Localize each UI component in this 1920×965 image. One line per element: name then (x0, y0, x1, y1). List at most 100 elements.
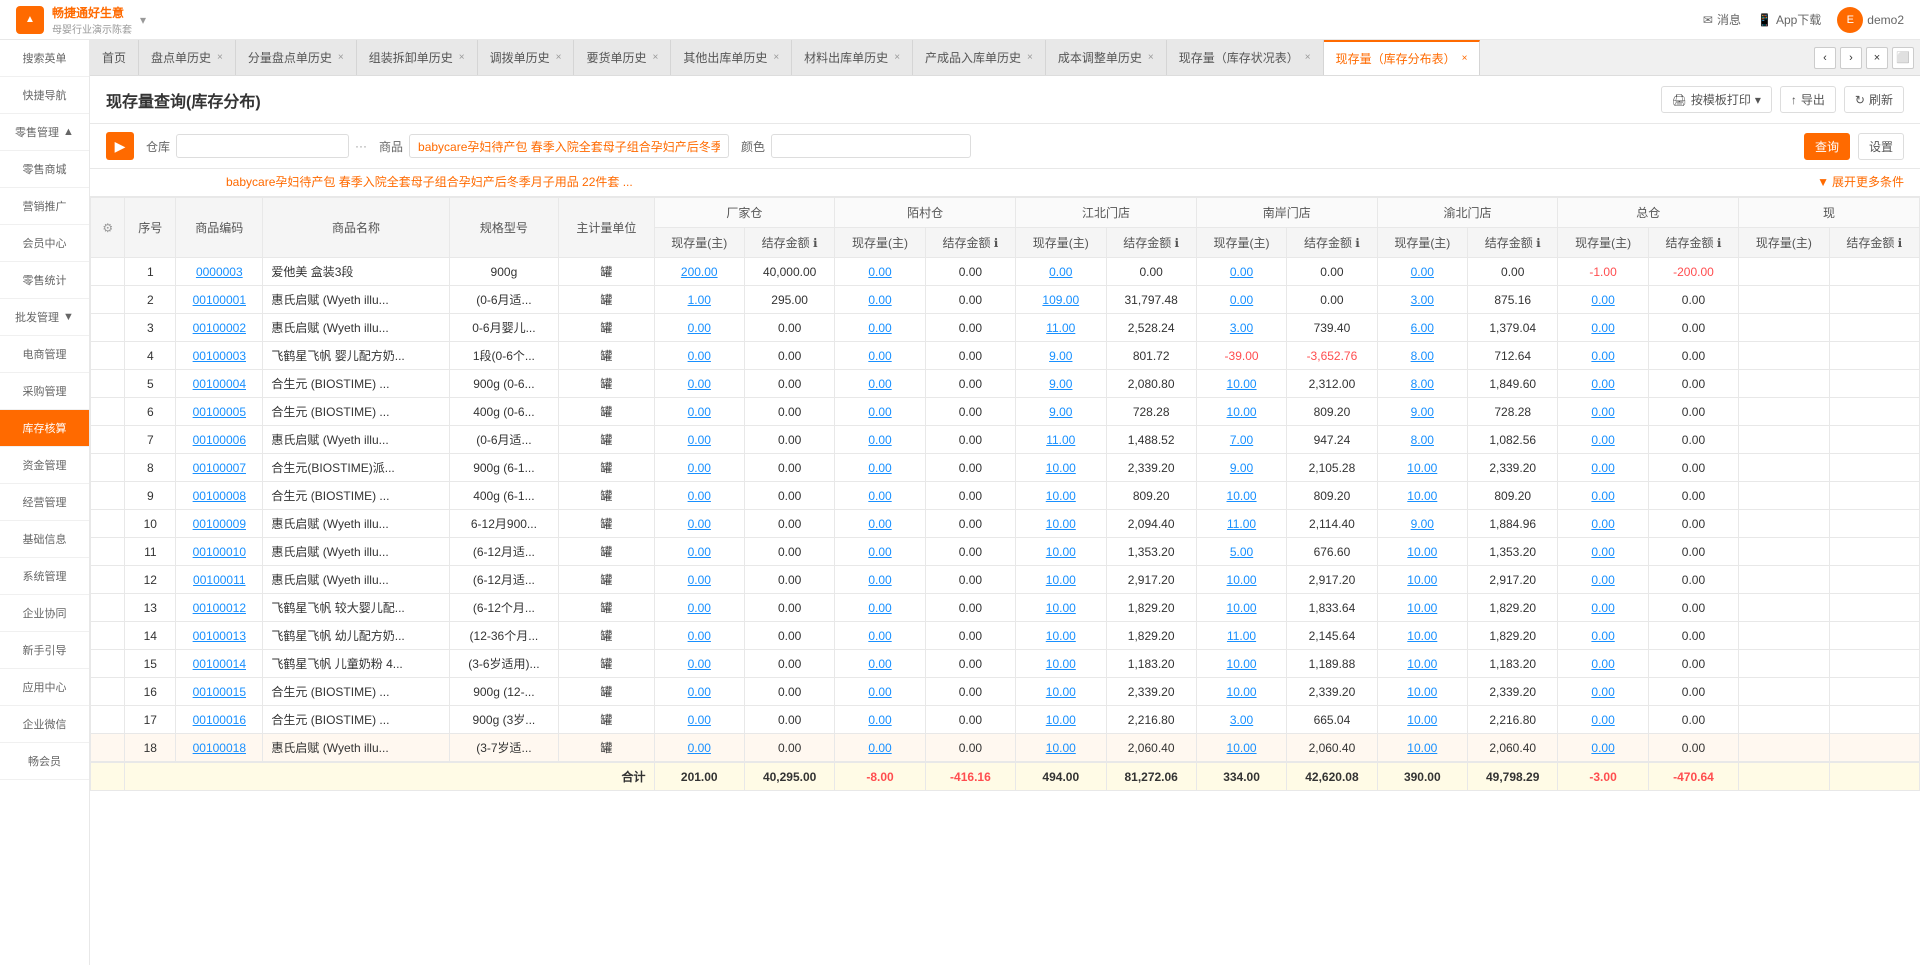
sidebar-item-nav[interactable]: 快捷导航 (0, 77, 89, 114)
row-nanan-qty[interactable]: 5.00 (1196, 538, 1286, 566)
row-code[interactable]: 00100012 (176, 594, 263, 622)
row-jiangbei-qty[interactable]: 10.00 (1016, 622, 1106, 650)
tab-assembly[interactable]: 组装拆卸单历史 × (357, 40, 478, 76)
row-code[interactable]: 00100002 (176, 314, 263, 342)
row-code[interactable]: 00100018 (176, 734, 263, 763)
row-total-qty[interactable]: 0.00 (1558, 314, 1648, 342)
row-nanan-qty[interactable]: 10.00 (1196, 594, 1286, 622)
row-mocun-qty[interactable]: 0.00 (835, 370, 925, 398)
row-mocun-qty[interactable]: 0.00 (835, 258, 925, 286)
sidebar-item-retail-mgmt[interactable]: 零售管理 ▲ (0, 114, 89, 151)
tab-cost-adjust-close[interactable]: × (1148, 52, 1154, 63)
row-mocun-qty[interactable]: 0.00 (835, 426, 925, 454)
row-factory-qty[interactable]: 0.00 (654, 706, 744, 734)
row-total-qty[interactable]: 0.00 (1558, 734, 1648, 763)
tab-prev-btn[interactable]: ‹ (1814, 47, 1836, 69)
row-nanan-qty[interactable]: 7.00 (1196, 426, 1286, 454)
tab-purchase-order[interactable]: 要货单历史 × (574, 40, 671, 76)
row-mocun-qty[interactable]: 0.00 (835, 454, 925, 482)
row-mocun-qty[interactable]: 0.00 (835, 650, 925, 678)
row-yubei-qty[interactable]: 10.00 (1377, 706, 1467, 734)
row-nanan-qty[interactable]: 0.00 (1196, 286, 1286, 314)
message-btn[interactable]: ✉ 消息 (1703, 11, 1741, 28)
row-mocun-qty[interactable]: 0.00 (835, 314, 925, 342)
row-factory-qty[interactable]: 0.00 (654, 594, 744, 622)
tab-assembly-close[interactable]: × (459, 52, 465, 63)
row-nanan-qty[interactable]: 10.00 (1196, 370, 1286, 398)
sidebar-item-business[interactable]: 经营管理 (0, 484, 89, 521)
row-jiangbei-qty[interactable]: 10.00 (1016, 566, 1106, 594)
row-jiangbei-qty[interactable]: 9.00 (1016, 370, 1106, 398)
row-code[interactable]: 00100004 (176, 370, 263, 398)
row-yubei-qty[interactable]: 6.00 (1377, 314, 1467, 342)
sidebar-item-marketing[interactable]: 营销推广 (0, 188, 89, 225)
row-code[interactable]: 00100006 (176, 426, 263, 454)
tab-stock-dist-close[interactable]: × (1462, 53, 1468, 64)
row-yubei-qty[interactable]: 8.00 (1377, 426, 1467, 454)
row-total-qty[interactable]: 0.00 (1558, 678, 1648, 706)
row-mocun-qty[interactable]: 0.00 (835, 622, 925, 650)
tab-stock-status-close[interactable]: × (1305, 52, 1311, 63)
sidebar-item-wholesale[interactable]: 批发管理 ▼ (0, 299, 89, 336)
user-profile[interactable]: E demo2 (1837, 7, 1904, 33)
row-factory-qty[interactable]: 0.00 (654, 342, 744, 370)
row-nanan-qty[interactable]: 10.00 (1196, 482, 1286, 510)
row-yubei-qty[interactable]: 10.00 (1377, 734, 1467, 763)
row-factory-qty[interactable]: 1.00 (654, 286, 744, 314)
row-nanan-qty[interactable]: 10.00 (1196, 398, 1286, 426)
row-yubei-qty[interactable]: 0.00 (1377, 258, 1467, 286)
row-total-qty[interactable]: 0.00 (1558, 370, 1648, 398)
row-jiangbei-qty[interactable]: 10.00 (1016, 538, 1106, 566)
tab-other-out-close[interactable]: × (773, 52, 779, 63)
row-code[interactable]: 00100005 (176, 398, 263, 426)
row-yubei-qty[interactable]: 3.00 (1377, 286, 1467, 314)
tab-next-btn[interactable]: › (1840, 47, 1862, 69)
row-nanan-qty[interactable]: 11.00 (1196, 622, 1286, 650)
row-total-qty[interactable]: 0.00 (1558, 510, 1648, 538)
row-factory-qty[interactable]: 0.00 (654, 510, 744, 538)
row-code[interactable]: 00100003 (176, 342, 263, 370)
row-jiangbei-qty[interactable]: 10.00 (1016, 594, 1106, 622)
row-factory-qty[interactable]: 0.00 (654, 622, 744, 650)
row-yubei-qty[interactable]: 10.00 (1377, 454, 1467, 482)
row-factory-qty[interactable]: 200.00 (654, 258, 744, 286)
row-nanan-qty[interactable]: -39.00 (1196, 342, 1286, 370)
row-factory-qty[interactable]: 0.00 (654, 314, 744, 342)
sidebar-item-retail-shop[interactable]: 零售商城 (0, 151, 89, 188)
row-yubei-qty[interactable]: 10.00 (1377, 538, 1467, 566)
row-mocun-qty[interactable]: 0.00 (835, 398, 925, 426)
sidebar-item-wecom[interactable]: 企业微信 (0, 706, 89, 743)
row-yubei-qty[interactable]: 9.00 (1377, 398, 1467, 426)
row-nanan-qty[interactable]: 10.00 (1196, 650, 1286, 678)
sidebar-item-finance[interactable]: 资金管理 (0, 447, 89, 484)
row-total-qty[interactable]: 0.00 (1558, 566, 1648, 594)
row-mocun-qty[interactable]: 0.00 (835, 510, 925, 538)
row-mocun-qty[interactable]: 0.00 (835, 678, 925, 706)
row-yubei-qty[interactable]: 10.00 (1377, 678, 1467, 706)
row-total-qty[interactable]: 0.00 (1558, 482, 1648, 510)
row-jiangbei-qty[interactable]: 9.00 (1016, 398, 1106, 426)
row-factory-qty[interactable]: 0.00 (654, 398, 744, 426)
sidebar-item-new-guide[interactable]: 新手引导 (0, 632, 89, 669)
sidebar-item-app-center[interactable]: 应用中心 (0, 669, 89, 706)
row-mocun-qty[interactable]: 0.00 (835, 482, 925, 510)
row-nanan-qty[interactable]: 10.00 (1196, 566, 1286, 594)
row-factory-qty[interactable]: 0.00 (654, 678, 744, 706)
row-code[interactable]: 00100010 (176, 538, 263, 566)
row-code[interactable]: 00100015 (176, 678, 263, 706)
sidebar-item-retail-stats[interactable]: 零售统计 (0, 262, 89, 299)
row-code[interactable]: 0000003 (176, 258, 263, 286)
row-mocun-qty[interactable]: 0.00 (835, 734, 925, 763)
row-nanan-qty[interactable]: 10.00 (1196, 734, 1286, 763)
row-mocun-qty[interactable]: 0.00 (835, 706, 925, 734)
row-factory-qty[interactable]: 0.00 (654, 650, 744, 678)
row-code[interactable]: 00100013 (176, 622, 263, 650)
settings-btn[interactable]: 设置 (1858, 133, 1904, 160)
row-yubei-qty[interactable]: 10.00 (1377, 622, 1467, 650)
sidebar-item-purchase[interactable]: 采购管理 (0, 373, 89, 410)
tab-inventory-single[interactable]: 盘点单历史 × (139, 40, 236, 76)
row-jiangbei-qty[interactable]: 10.00 (1016, 734, 1106, 763)
row-factory-qty[interactable]: 0.00 (654, 734, 744, 763)
refresh-btn[interactable]: ↻ 刷新 (1844, 86, 1904, 113)
print-btn[interactable]: 🖨 按模板打印 ▾ (1661, 86, 1772, 113)
